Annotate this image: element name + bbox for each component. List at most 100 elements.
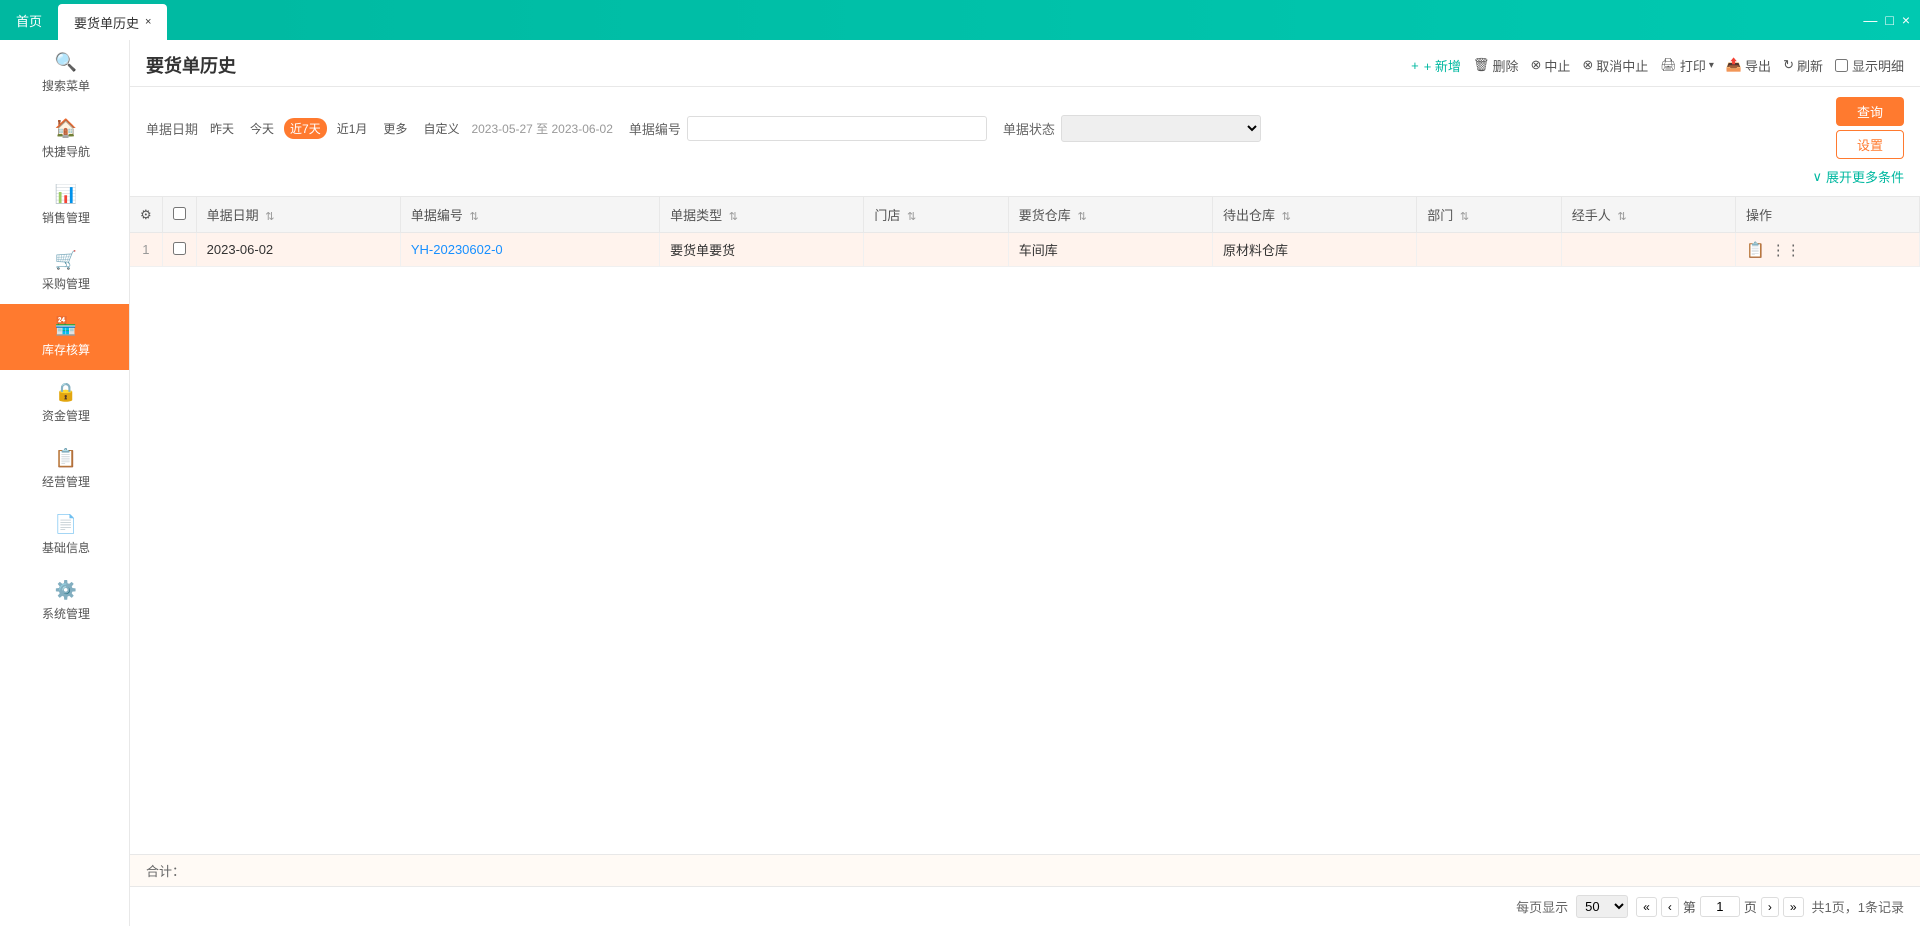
cell-handler [1561, 233, 1735, 267]
export-icon: 📤 [1726, 57, 1742, 73]
th-doc-type[interactable]: 单据类型 ⇅ [660, 197, 864, 233]
sort-icon-store: ⇅ [907, 211, 916, 223]
sidebar-label-purchase: 采购管理 [42, 275, 90, 292]
th-dept[interactable]: 部门 ⇅ [1417, 197, 1561, 233]
date-shortcut-more[interactable]: 更多 [377, 118, 413, 139]
th-settings[interactable]: ⚙ [130, 197, 162, 233]
sidebar-item-system[interactable]: ⚙️ 系统管理 [0, 568, 129, 634]
stop-icon: ⊗ [1530, 57, 1541, 73]
tab-home[interactable]: 首页 [0, 0, 58, 40]
row-view-icon[interactable]: 📋 [1746, 241, 1765, 259]
data-table: ⚙ 单据日期 ⇅ 单据编号 ⇅ 单据类型 [130, 197, 1920, 267]
cell-pending-warehouse: 原材料仓库 [1213, 233, 1417, 267]
page-title: 要货单历史 [146, 52, 236, 78]
date-shortcut-today[interactable]: 今天 [244, 118, 280, 139]
sidebar-item-sales[interactable]: 📊 销售管理 [0, 172, 129, 238]
doc-no-filter-group: 单据编号 [629, 116, 987, 141]
summary-label: 合计： [146, 861, 185, 880]
sort-icon-doc-type: ⇅ [729, 211, 738, 223]
th-req-warehouse[interactable]: 要货仓库 ⇅ [1008, 197, 1212, 233]
th-actions: 操作 [1736, 197, 1920, 233]
last-page-button[interactable]: » [1783, 897, 1804, 917]
sidebar-item-basic-info[interactable]: 📄 基础信息 [0, 502, 129, 568]
doc-date-label: 单据日期 [146, 119, 198, 138]
sidebar-item-search-menu[interactable]: 🔍 搜索菜单 [0, 40, 129, 106]
table-area: ⚙ 单据日期 ⇅ 单据编号 ⇅ 单据类型 [130, 197, 1920, 854]
query-button[interactable]: 查询 [1836, 97, 1904, 126]
cancel-stop-icon: ⊗ [1582, 57, 1593, 73]
prev-page-button[interactable]: ‹ [1661, 897, 1679, 917]
date-shortcut-custom[interactable]: 自定义 [417, 118, 465, 139]
th-doc-date[interactable]: 单据日期 ⇅ [196, 197, 400, 233]
page-input[interactable] [1700, 896, 1740, 917]
doc-no-input[interactable] [687, 116, 987, 141]
export-button[interactable]: 📤 导出 [1726, 56, 1771, 75]
sidebar-item-operations[interactable]: 📋 经营管理 [0, 436, 129, 502]
settings-button[interactable]: 设置 [1836, 130, 1904, 159]
next-page-button[interactable]: › [1761, 897, 1779, 917]
filter-actions: 查询 设置 [1836, 97, 1904, 159]
select-all-checkbox[interactable] [173, 207, 186, 220]
date-shortcut-1month[interactable]: 近1月 [331, 118, 374, 139]
delete-button[interactable]: 🗑 删除 [1473, 56, 1519, 75]
cell-req-warehouse: 车间库 [1008, 233, 1212, 267]
pagination-bar: 每页显示 50 10 20 100 « ‹ 第 页 › » 共1页，1条记录 [130, 886, 1920, 926]
delete-icon: 🗑 [1473, 57, 1490, 73]
sort-icon-req-warehouse: ⇅ [1077, 211, 1086, 223]
filter-area: 单据日期 昨天 今天 近7天 近1月 更多 自定义 2023-05-27 至 2… [130, 87, 1920, 197]
minimize-icon[interactable]: — [1863, 12, 1877, 28]
per-page-select[interactable]: 50 10 20 100 [1576, 895, 1628, 918]
stop-button[interactable]: ⊗ 中止 [1530, 56, 1570, 75]
th-handler[interactable]: 经手人 ⇅ [1561, 197, 1735, 233]
tab-history[interactable]: 要货单历史 × [58, 4, 167, 40]
print-dropdown-icon[interactable]: ▾ [1709, 60, 1714, 71]
tab-close-icon[interactable]: × [145, 16, 151, 28]
date-shortcut-7days[interactable]: 近7天 [284, 118, 327, 139]
main-layout: 🔍 搜索菜单 🏠 快捷导航 📊 销售管理 🛒 采购管理 🏪 库存核算 🔒 资金管… [0, 40, 1920, 926]
th-doc-no[interactable]: 单据编号 ⇅ [400, 197, 659, 233]
doc-status-select[interactable] [1061, 115, 1261, 142]
new-button[interactable]: + + 新增 [1411, 56, 1461, 75]
show-detail-checkbox[interactable] [1835, 59, 1848, 72]
table-row: 1 2023-06-02 YH-20230602-0 要货单要货 [130, 233, 1920, 267]
th-store[interactable]: 门店 ⇅ [864, 197, 1008, 233]
sidebar: 🔍 搜索菜单 🏠 快捷导航 📊 销售管理 🛒 采购管理 🏪 库存核算 🔒 资金管… [0, 40, 130, 926]
sort-icon-doc-no: ⇅ [470, 211, 479, 223]
sidebar-label-finance: 资金管理 [42, 407, 90, 424]
sidebar-item-inventory[interactable]: 🏪 库存核算 [0, 304, 129, 370]
print-button[interactable]: 🖨 打印 ▾ [1660, 56, 1714, 75]
sales-icon: 📊 [55, 184, 77, 205]
system-icon: ⚙️ [55, 580, 77, 601]
date-shortcuts: 昨天 今天 近7天 近1月 更多 自定义 [204, 118, 465, 139]
cell-num: 1 [130, 233, 162, 267]
window-controls: — □ × [1863, 12, 1920, 28]
sidebar-label-system: 系统管理 [42, 605, 90, 622]
window-close-icon[interactable]: × [1902, 12, 1910, 28]
sidebar-item-finance[interactable]: 🔒 资金管理 [0, 370, 129, 436]
date-shortcut-yesterday[interactable]: 昨天 [204, 118, 240, 139]
row-checkbox[interactable] [173, 242, 186, 255]
expand-filter-button[interactable]: ∨ 展开更多条件 [1812, 167, 1904, 186]
row-more-icon[interactable]: ⋮⋮ [1771, 241, 1801, 259]
page-suffix: 页 [1744, 897, 1757, 916]
operations-icon: 📋 [55, 448, 77, 469]
total-info: 共1页，1条记录 [1812, 897, 1904, 916]
per-page-label: 每页显示 [1516, 897, 1568, 916]
cancel-stop-button[interactable]: ⊗ 取消中止 [1582, 56, 1648, 75]
search-icon: 🔍 [55, 52, 77, 73]
sidebar-item-quick-nav[interactable]: 🏠 快捷导航 [0, 106, 129, 172]
finance-icon: 🔒 [55, 382, 77, 403]
inventory-icon: 🏪 [55, 316, 77, 337]
cell-doc-type: 要货单要货 [660, 233, 864, 267]
cell-doc-date: 2023-06-02 [196, 233, 400, 267]
sidebar-label-sales: 销售管理 [42, 209, 90, 226]
page-label: 第 [1683, 897, 1696, 916]
basic-info-icon: 📄 [55, 514, 77, 535]
doc-no-link[interactable]: YH-20230602-0 [411, 242, 503, 257]
sidebar-item-purchase[interactable]: 🛒 采购管理 [0, 238, 129, 304]
show-detail-checkbox-group: 显示明细 [1835, 56, 1904, 75]
maximize-icon[interactable]: □ [1885, 12, 1893, 28]
first-page-button[interactable]: « [1636, 897, 1657, 917]
th-pending-warehouse[interactable]: 待出仓库 ⇅ [1213, 197, 1417, 233]
refresh-button[interactable]: ↻ 刷新 [1783, 56, 1823, 75]
